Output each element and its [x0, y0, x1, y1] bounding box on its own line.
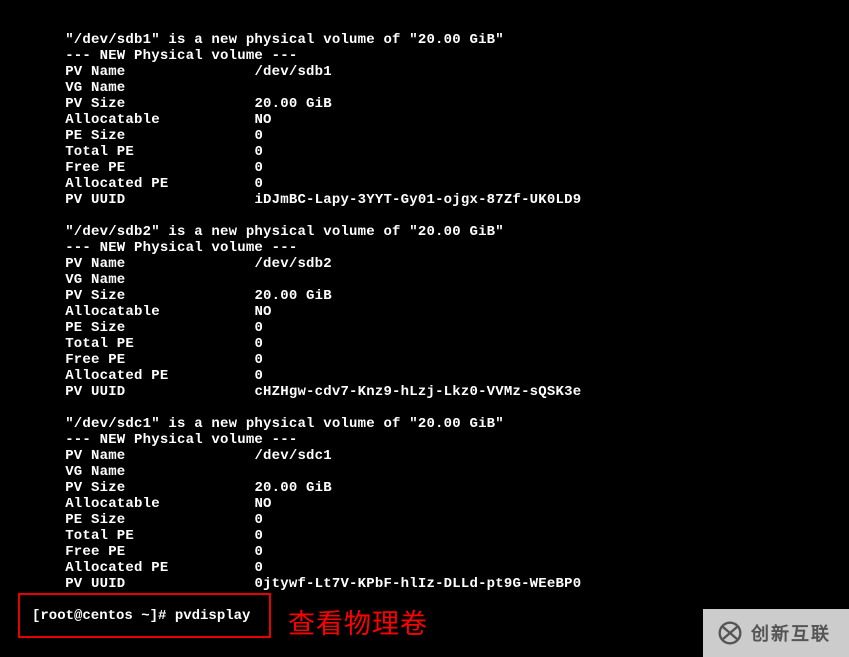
annotation-label: 查看物理卷	[288, 602, 428, 641]
value: 0	[254, 160, 263, 176]
pv-row: Free PE 0	[48, 544, 849, 560]
pv-row: Allocatable NO	[48, 112, 849, 128]
value: 20.00 GiB	[254, 288, 331, 304]
value: /dev/sdb1	[254, 64, 331, 80]
label: Allocatable	[48, 112, 254, 128]
pv-row: PV UUID iDJmBC-Lapy-3YYT-Gy01-ojgx-87Zf-…	[48, 192, 849, 208]
value: 0	[254, 128, 263, 144]
pv-row: Total PE 0	[48, 336, 849, 352]
pv-row: Free PE 0	[48, 160, 849, 176]
pv-row: PE Size 0	[48, 320, 849, 336]
pv-header: "/dev/sdb1" is a new physical volume of …	[48, 32, 849, 48]
pv-row: PV Size 20.00 GiB	[48, 480, 849, 496]
value: /dev/sdc1	[254, 448, 331, 464]
label: PV UUID	[48, 192, 254, 208]
label: PV Name	[48, 256, 254, 272]
terminal-output[interactable]: "/dev/sdb1" is a new physical volume of …	[0, 0, 849, 592]
pv-row: PE Size 0	[48, 128, 849, 144]
watermark-text: 创新互联	[751, 620, 831, 646]
logo-icon	[715, 618, 745, 648]
pv-header: "/dev/sdc1" is a new physical volume of …	[48, 416, 849, 432]
label: Total PE	[48, 528, 254, 544]
label: PV Name	[48, 448, 254, 464]
pv-row: VG Name	[48, 80, 849, 96]
label: Total PE	[48, 336, 254, 352]
label: Free PE	[48, 352, 254, 368]
label: Total PE	[48, 144, 254, 160]
value: /dev/sdb2	[254, 256, 331, 272]
pv-row: PV Name /dev/sdc1	[48, 448, 849, 464]
pv-row: PV UUID 0jtywf-Lt7V-KPbF-hlIz-DLLd-pt9G-…	[48, 576, 849, 592]
label: Allocatable	[48, 496, 254, 512]
value: 20.00 GiB	[254, 480, 331, 496]
label: Free PE	[48, 160, 254, 176]
pv-row: PV Name /dev/sdb2	[48, 256, 849, 272]
value: NO	[254, 112, 271, 128]
pv-separator: --- NEW Physical volume ---	[48, 432, 849, 448]
pv-row: Allocatable NO	[48, 496, 849, 512]
pv-row: PV Size 20.00 GiB	[48, 96, 849, 112]
label: PV Size	[48, 288, 254, 304]
pv-row: Total PE 0	[48, 144, 849, 160]
pv-row: VG Name	[48, 464, 849, 480]
value: 0	[254, 336, 263, 352]
value: cHZHgw-cdv7-Knz9-hLzj-Lkz0-VVMz-sQSK3e	[254, 384, 581, 400]
command-prompt-highlight: [root@centos ~]# pvdisplay	[18, 593, 271, 638]
pv-row: VG Name	[48, 272, 849, 288]
value: 0	[254, 560, 263, 576]
label: Allocatable	[48, 304, 254, 320]
label: PV UUID	[48, 576, 254, 592]
value: 0	[254, 368, 263, 384]
pv-row: Free PE 0	[48, 352, 849, 368]
label: PE Size	[48, 128, 254, 144]
pv-row: PE Size 0	[48, 512, 849, 528]
pv-row: PV Name /dev/sdb1	[48, 64, 849, 80]
label: VG Name	[48, 272, 254, 288]
value: 0	[254, 528, 263, 544]
label: Allocated PE	[48, 176, 254, 192]
value: 0	[254, 144, 263, 160]
value: NO	[254, 496, 271, 512]
label: Free PE	[48, 544, 254, 560]
value: 0	[254, 512, 263, 528]
value: 20.00 GiB	[254, 96, 331, 112]
pv-header: "/dev/sdb2" is a new physical volume of …	[48, 224, 849, 240]
value: NO	[254, 304, 271, 320]
value: 0	[254, 544, 263, 560]
pv-row: Allocated PE 0	[48, 176, 849, 192]
label: VG Name	[48, 80, 254, 96]
pv-separator: --- NEW Physical volume ---	[48, 240, 849, 256]
blank-line	[48, 208, 849, 224]
pv-row: PV Size 20.00 GiB	[48, 288, 849, 304]
value: 0	[254, 320, 263, 336]
watermark-badge: 创新互联	[703, 609, 849, 657]
label: PE Size	[48, 512, 254, 528]
value: 0	[254, 176, 263, 192]
pv-row: Allocated PE 0	[48, 560, 849, 576]
label: Allocated PE	[48, 368, 254, 384]
label: PV Name	[48, 64, 254, 80]
pv-separator: --- NEW Physical volume ---	[48, 48, 849, 64]
pv-row: Allocatable NO	[48, 304, 849, 320]
label: VG Name	[48, 464, 254, 480]
label: Allocated PE	[48, 560, 254, 576]
pv-row: Total PE 0	[48, 528, 849, 544]
label: PV Size	[48, 96, 254, 112]
pv-row: PV UUID cHZHgw-cdv7-Knz9-hLzj-Lkz0-VVMz-…	[48, 384, 849, 400]
value: iDJmBC-Lapy-3YYT-Gy01-ojgx-87Zf-UK0LD9	[254, 192, 581, 208]
value: 0jtywf-Lt7V-KPbF-hlIz-DLLd-pt9G-WEeBP0	[254, 576, 581, 592]
label: PV Size	[48, 480, 254, 496]
label: PE Size	[48, 320, 254, 336]
blank-line	[48, 400, 849, 416]
command-prompt[interactable]: [root@centos ~]# pvdisplay	[32, 608, 250, 624]
value: 0	[254, 352, 263, 368]
pv-row: Allocated PE 0	[48, 368, 849, 384]
label: PV UUID	[48, 384, 254, 400]
